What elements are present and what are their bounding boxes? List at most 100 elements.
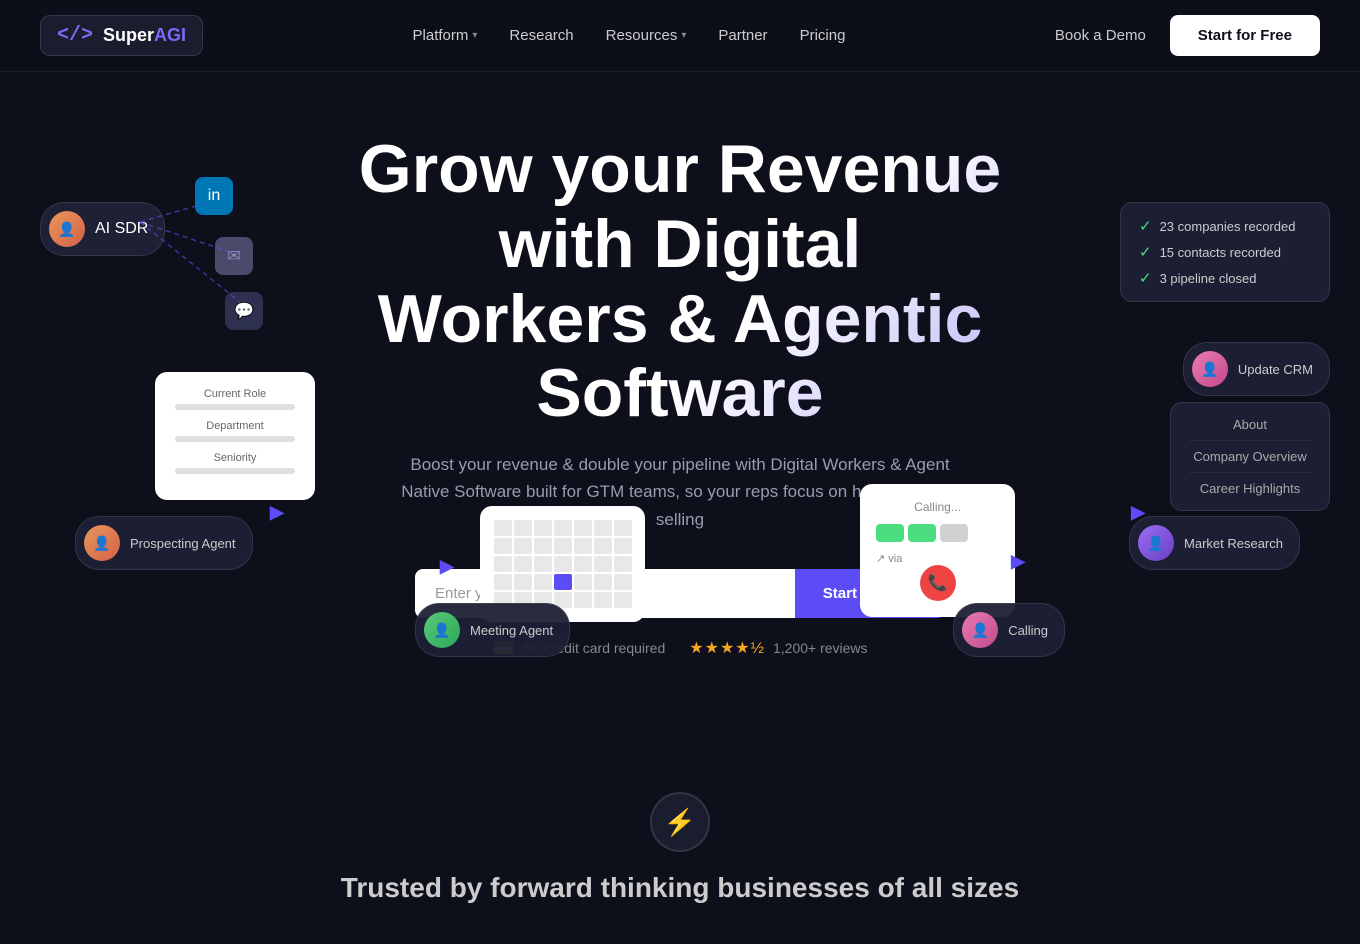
logo-icon: </> [57, 24, 93, 47]
update-crm-label: Update CRM [1238, 362, 1313, 377]
email-icon: ✉ [215, 237, 253, 275]
trusted-badge: ⚡ [650, 792, 710, 852]
cal-cell [534, 520, 552, 536]
cal-cell [534, 574, 552, 590]
cal-cell [574, 592, 592, 608]
cal-cell-active [554, 574, 572, 590]
cal-cell [494, 520, 512, 536]
calling-dot-gray [940, 524, 968, 542]
nav-resources[interactable]: Resources ▾ [606, 27, 687, 44]
nav-right: Book a Demo Start for Free [1055, 15, 1320, 56]
calendar-card [480, 506, 645, 622]
connector-lines [40, 172, 280, 372]
prospecting-avatar: 👤 [84, 525, 120, 561]
update-crm-badge: 👤 Update CRM [1183, 342, 1330, 396]
company-info-card: About Company Overview Career Highlights [1170, 402, 1330, 511]
calling-label: Calling [1008, 623, 1048, 638]
linkedin-icon: in [195, 177, 233, 215]
ai-sdr-badge: 👤 AI SDR [40, 202, 165, 256]
cal-cell [534, 556, 552, 572]
cal-cell [594, 556, 612, 572]
no-cc-icon: 💳 [492, 638, 514, 659]
cal-cell [614, 538, 632, 554]
cal-cell [594, 574, 612, 590]
market-research-badge: 👤 Market Research [1129, 516, 1300, 570]
no-cc-label: No credit card required [523, 640, 665, 656]
cal-cell [574, 520, 592, 536]
ai-sdr-avatar: 👤 [49, 211, 85, 247]
reviews-item: ★★★★½ 1,200+ reviews [689, 638, 867, 658]
logo[interactable]: </> SuperAGI [40, 15, 203, 56]
ai-sdr-label: AI SDR [95, 220, 148, 238]
cal-cell [514, 520, 532, 536]
bolt-icon: ⚡ [664, 807, 696, 838]
cal-cell [554, 520, 572, 536]
nav-cta-button[interactable]: Start for Free [1170, 15, 1320, 56]
email-symbol: ✉ [227, 246, 240, 266]
linkedin-logo: in [208, 187, 220, 205]
trusted-text: Trusted by forward thinking businesses o… [40, 872, 1320, 904]
nav-partner[interactable]: Partner [718, 27, 767, 44]
cal-cell [594, 592, 612, 608]
nav-research[interactable]: Research [509, 27, 573, 44]
check-icon: ✓ [1139, 217, 1152, 235]
logo-text: SuperAGI [103, 25, 186, 46]
cal-cell [554, 592, 572, 608]
chevron-down-icon: ▾ [681, 30, 686, 41]
crm-stat-row: ✓ 15 contacts recorded [1139, 243, 1311, 261]
book-demo-link[interactable]: Book a Demo [1055, 27, 1146, 44]
cal-cell [614, 556, 632, 572]
cal-cell [514, 556, 532, 572]
nav-platform[interactable]: Platform ▾ [413, 27, 478, 44]
nav-pricing[interactable]: Pricing [800, 27, 846, 44]
cal-cell [514, 592, 532, 608]
prospect-bar [175, 436, 295, 442]
calling-header-label: Calling... [876, 500, 999, 514]
prospect-bar [175, 468, 295, 474]
arrow-icon: ▶ [1011, 551, 1025, 572]
cal-cell [614, 592, 632, 608]
cal-cell [574, 538, 592, 554]
check-icon: ✓ [1139, 269, 1152, 287]
cal-cell [574, 556, 592, 572]
crm-stat-row: ✓ 3 pipeline closed [1139, 269, 1311, 287]
arrow-icon: ▶ [270, 502, 284, 523]
navbar: </> SuperAGI Platform ▾ Research Resourc… [0, 0, 1360, 72]
cal-cell [494, 592, 512, 608]
prospecting-agent-label: Prospecting Agent [130, 536, 236, 551]
cal-cell [614, 574, 632, 590]
cal-cell [554, 538, 572, 554]
nav-links: Platform ▾ Research Resources ▾ Partner … [413, 27, 846, 44]
prospect-bar [175, 404, 295, 410]
cal-cell [534, 592, 552, 608]
calling-via-label: ↗ via [876, 552, 902, 565]
prospect-field-role: Current Role [175, 388, 295, 410]
no-cc-item: 💳 No credit card required [492, 638, 665, 659]
crm-stat-label: 3 pipeline closed [1160, 271, 1257, 286]
company-row-highlights: Career Highlights [1189, 481, 1311, 496]
chat-icon: 💬 [225, 292, 263, 330]
hero-title: Grow your Revenue with Digital Workers &… [290, 132, 1070, 431]
calendar-grid [494, 520, 631, 608]
cal-cell [594, 520, 612, 536]
cal-cell [514, 538, 532, 554]
crm-stats-card: ✓ 23 companies recorded ✓ 15 contacts re… [1120, 202, 1330, 302]
crm-stat-label: 23 companies recorded [1160, 219, 1296, 234]
prospect-field-dept: Department [175, 420, 295, 442]
chat-bubble: 💬 [234, 301, 254, 321]
prospecting-agent-badge: 👤 Prospecting Agent [75, 516, 253, 570]
crm-stat-label: 15 contacts recorded [1160, 245, 1281, 260]
chevron-down-icon: ▾ [472, 30, 477, 41]
calling-dot-green [908, 524, 936, 542]
cal-cell [574, 574, 592, 590]
hero-meta: 💳 No credit card required ★★★★½ 1,200+ r… [40, 638, 1320, 659]
cal-cell [594, 538, 612, 554]
company-row-overview: Company Overview [1189, 449, 1311, 473]
stars-icon: ★★★★½ [689, 638, 765, 658]
cal-cell [554, 556, 572, 572]
arrow-icon: ▶ [1131, 502, 1145, 523]
company-row-about: About [1189, 417, 1311, 441]
cal-cell [614, 520, 632, 536]
end-call-button: 📞 [920, 565, 956, 601]
calling-dots [876, 524, 999, 542]
